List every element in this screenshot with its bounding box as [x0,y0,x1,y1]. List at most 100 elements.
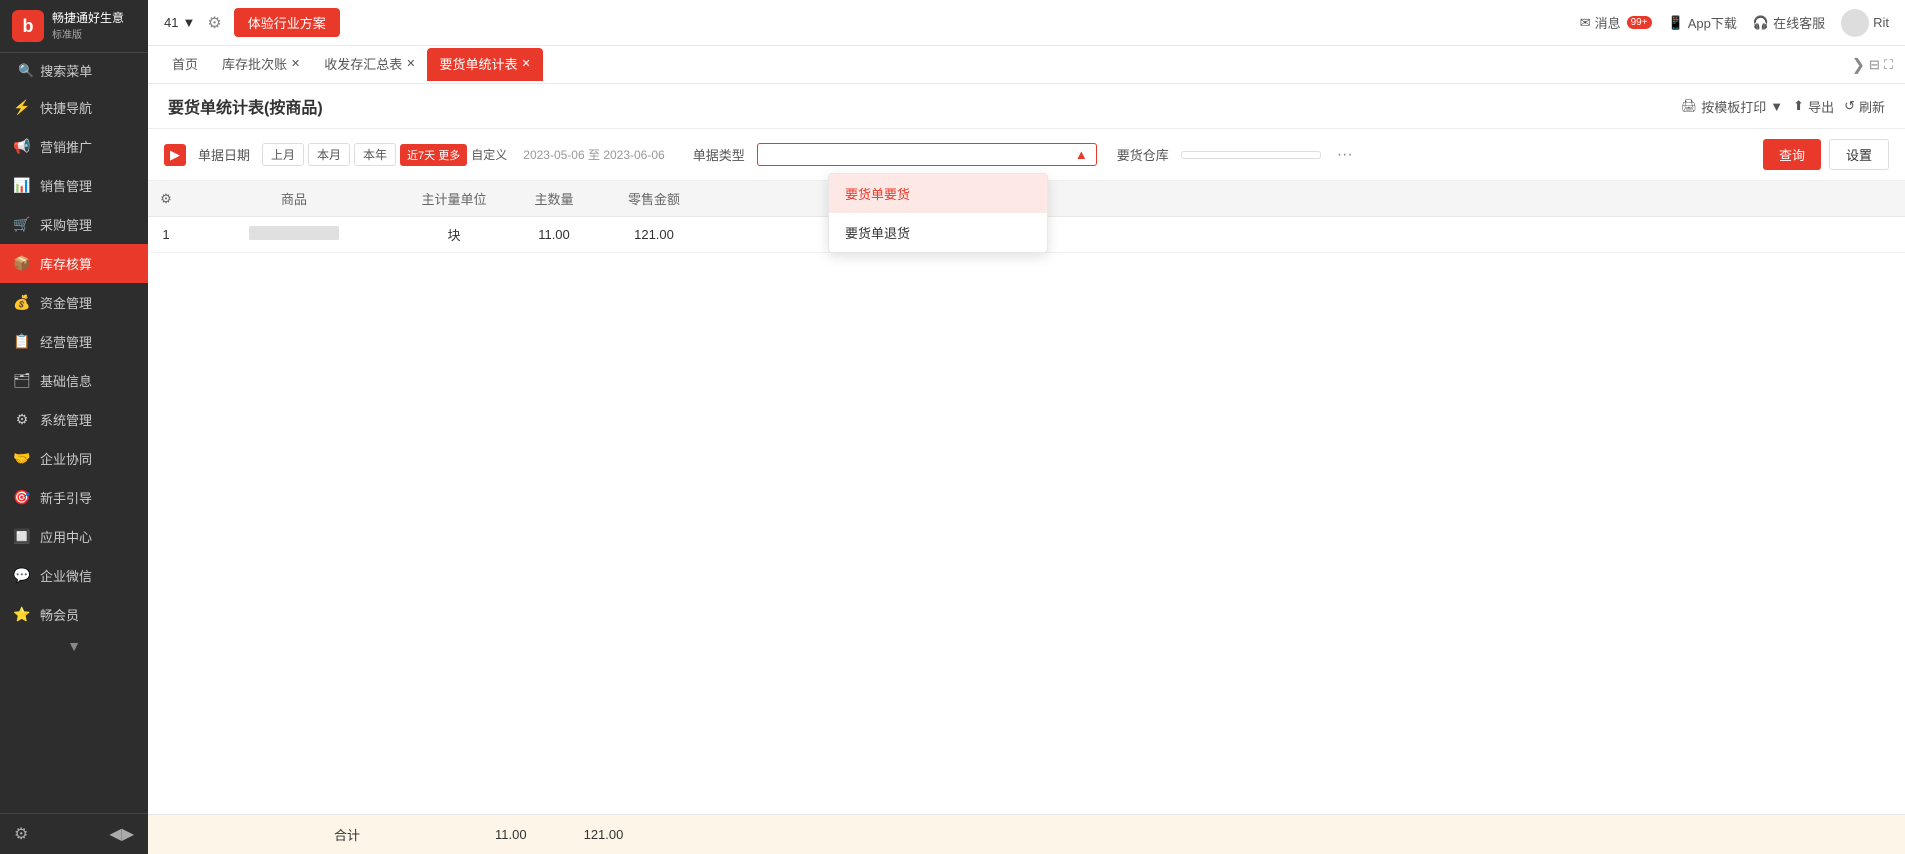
chevron-right-icon: ❯ [1852,55,1865,75]
sidebar-item-label: 企业微信 [40,566,92,585]
print-label: 按模板打印 [1701,97,1766,116]
message-icon: ✉ [1580,15,1591,31]
tabs-expand-button[interactable]: ❯ [1852,55,1865,75]
goods-placeholder [249,226,339,240]
col-settings[interactable]: ⚙ [148,181,184,217]
sidebar-item-operations[interactable]: 📋 经营管理 [0,322,148,361]
print-icon: 🖨 [1681,98,1698,114]
tab-inventory-batch-label: 库存批次账 [222,54,287,73]
row-unit: 块 [404,217,504,253]
sidebar-item-label: 基础信息 [40,371,92,390]
refresh-label: 刷新 [1859,97,1885,116]
export-icon: ⬆ [1793,98,1804,114]
page-content: 要货单统计表(按商品) 🖨 按模板打印 ▼ ⬆ 导出 ↺ 刷新 ▶ [148,84,1905,854]
row-num: 1 [148,217,184,253]
sidebar-item-label: 快捷导航 [40,98,92,117]
page-header: 要货单统计表(按商品) 🖨 按模板打印 ▼ ⬆ 导出 ↺ 刷新 [148,84,1905,129]
marketing-icon: 📢 [12,138,32,155]
refresh-icon: ↺ [1844,98,1855,114]
filter-expand-button[interactable]: ▶ [164,144,186,166]
date-btn-this-year[interactable]: 本年 [354,143,396,166]
dropdown-item-label: 要货单退货 [845,226,910,241]
settings-button[interactable]: 设置 [1829,139,1889,170]
app-logo-icon: b [12,10,44,42]
app-download-button[interactable]: 📱 App下载 [1668,13,1737,32]
footer-label: 合计 [334,825,360,844]
more-filters-button[interactable]: ··· [1337,146,1353,164]
type-dropdown: 要货单要货 要货单退货 [828,173,1048,253]
sidebar-item-label: 库存核算 [40,254,92,273]
refresh-button[interactable]: ↺ 刷新 [1844,97,1885,116]
tabs-fullscreen-icon[interactable]: ⛶ [1884,57,1893,73]
gear-icon[interactable]: ⚙ [207,13,221,33]
tab-home[interactable]: 首页 [160,48,210,81]
tab-home-label: 首页 [172,54,198,73]
scroll-down-icon[interactable]: ▼ [67,638,81,654]
sidebar-item-label: 销售管理 [40,176,92,195]
tabs-minimize-icon[interactable]: ⊟ [1869,57,1880,73]
sidebar-item-base-info[interactable]: 🗂 基础信息 [0,361,148,400]
tab-order-summary[interactable]: 要货单统计表 ✕ [427,48,542,81]
sidebar-item-finance[interactable]: 💰 资金管理 [0,283,148,322]
sidebar-item-guide[interactable]: 🎯 新手引导 [0,478,148,517]
date-btn-last-month[interactable]: 上月 [262,143,304,166]
store-selector[interactable]: 41 ▼ [164,15,195,30]
tab-receipt-summary[interactable]: 收发存汇总表 ✕ [312,48,427,81]
print-button[interactable]: 🖨 按模板打印 ▼ [1681,97,1783,116]
export-button[interactable]: ⬆ 导出 [1793,97,1834,116]
app-download-label: App下载 [1688,13,1737,32]
dropdown-item-order-goods[interactable]: 要货单要货 [829,174,1047,213]
online-service-button[interactable]: 🎧 在线客服 [1753,13,1825,32]
sidebar-item-app-center[interactable]: 🔲 应用中心 [0,517,148,556]
query-button[interactable]: 查询 [1763,139,1821,170]
settings-icon[interactable]: ⚙ [14,824,28,844]
sidebar-item-cooperation[interactable]: 🤝 企业协同 [0,439,148,478]
date-btn-this-month[interactable]: 本月 [308,143,350,166]
sidebar-item-purchase[interactable]: 🛒 采购管理 [0,205,148,244]
sidebar-item-marketing[interactable]: 📢 营销推广 [0,127,148,166]
search-label: 搜索菜单 [40,61,92,80]
sidebar-search[interactable]: 🔍 搜索菜单 [0,53,148,88]
sidebar-item-label: 采购管理 [40,215,92,234]
date-btn-more[interactable]: 近7天 更多 [400,144,467,166]
tab-inventory-batch-close[interactable]: ✕ [291,57,300,70]
sidebar-item-inventory[interactable]: 📦 库存核算 [0,244,148,283]
inventory-icon: 📦 [12,255,32,272]
dropdown-item-order-return[interactable]: 要货单退货 [829,213,1047,252]
collapse-icon[interactable]: ◀▶ [109,824,134,844]
sidebar-item-quick-nav[interactable]: ⚡ 快捷导航 [0,88,148,127]
sidebar-item-wechat[interactable]: 💬 企业微信 [0,556,148,595]
row-amount: 121.00 [604,217,704,253]
tab-receipt-summary-close[interactable]: ✕ [406,57,415,70]
col-qty-header: 主数量 [504,181,604,217]
tab-receipt-summary-label: 收发存汇总表 [324,54,402,73]
trial-button[interactable]: 体验行业方案 [234,8,340,37]
sidebar-item-label: 应用中心 [40,527,92,546]
vip-icon: ⭐ [12,606,32,623]
table-area: ⚙ 商品 主计量单位 主数量 零售金额 1 块 [148,181,1905,814]
messages-button[interactable]: ✉ 消息 99+ [1580,13,1652,32]
sidebar-item-label: 畅会员 [40,605,79,624]
sidebar-item-system[interactable]: ⚙ 系统管理 [0,400,148,439]
filter-actions: 查询 设置 [1763,139,1889,170]
sidebar-item-label: 资金管理 [40,293,92,312]
sidebar-bottom: ⚙ ◀▶ [0,813,148,854]
tab-order-summary-close[interactable]: ✕ [522,57,531,70]
user-profile[interactable]: Rit [1841,9,1889,37]
type-label: 单据类型 [693,145,745,164]
online-service-label: 在线客服 [1773,13,1825,32]
type-input[interactable]: ▲ [757,143,1097,166]
header-right: ✉ 消息 99+ 📱 App下载 🎧 在线客服 Rit [1580,9,1889,37]
sidebar: b 畅捷通好生意 标准版 🔍 搜索菜单 ⚡ 快捷导航 📢 营销推广 📊 销售管理… [0,0,148,854]
main-area: 41 ▼ ⚙ 体验行业方案 ✉ 消息 99+ 📱 App下载 🎧 在线客服 R [148,0,1905,854]
warehouse-input[interactable] [1181,151,1321,159]
dropdown-item-label: 要货单要货 [845,187,910,202]
header-left: 41 ▼ ⚙ 体验行业方案 [164,8,340,37]
sidebar-item-label: 营销推广 [40,137,92,156]
date-custom-btn[interactable]: 自定义 [471,146,507,163]
sidebar-item-sales[interactable]: 📊 销售管理 [0,166,148,205]
sidebar-item-vip[interactable]: ⭐ 畅会员 [0,595,148,634]
tab-inventory-batch[interactable]: 库存批次账 ✕ [210,48,312,81]
finance-icon: 💰 [12,294,32,311]
base-info-icon: 🗂 [12,372,32,389]
